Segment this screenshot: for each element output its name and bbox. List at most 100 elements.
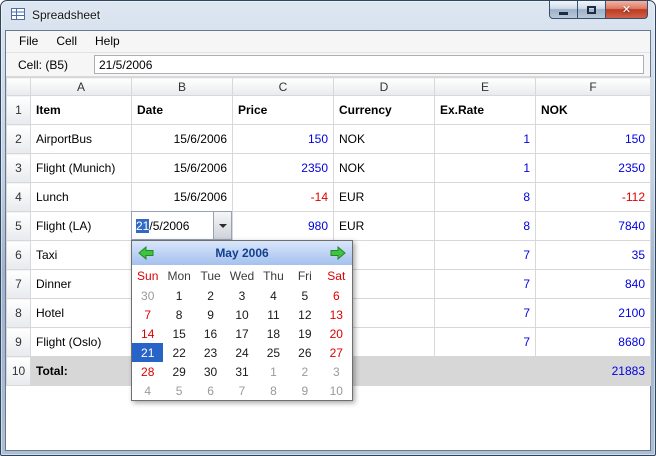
row-header-10[interactable]: 10 — [6, 356, 31, 386]
calendar-day[interactable]: 17 — [226, 324, 257, 343]
calendar-day[interactable]: 23 — [195, 343, 226, 362]
cell-F3[interactable]: 2350 — [535, 153, 651, 183]
column-header-F[interactable]: F — [535, 77, 651, 96]
cell-C5[interactable]: 980 — [232, 211, 334, 241]
calendar-day[interactable]: 2 — [195, 286, 226, 305]
calendar-day[interactable]: 29 — [163, 362, 194, 381]
row-header-5[interactable]: 5 — [6, 211, 31, 241]
calendar-day[interactable]: 12 — [289, 305, 320, 324]
calendar-day[interactable]: 30 — [132, 286, 163, 305]
calendar-day[interactable]: 19 — [289, 324, 320, 343]
calendar-day[interactable]: 7 — [132, 305, 163, 324]
calendar-day-selected[interactable]: 21 — [132, 343, 164, 362]
cell-C1[interactable]: Price — [232, 95, 334, 125]
cell-D3[interactable]: NOK — [333, 153, 435, 183]
calendar-day[interactable]: 14 — [132, 324, 163, 343]
calendar-day[interactable]: 3 — [226, 286, 257, 305]
cell-B2[interactable]: 15/6/2006 — [131, 124, 233, 154]
calendar-day[interactable]: 5 — [289, 286, 320, 305]
cell-D4[interactable]: EUR — [333, 182, 435, 212]
calendar-day[interactable]: 9 — [289, 381, 320, 400]
row-header-3[interactable]: 3 — [6, 153, 31, 183]
calendar-day[interactable]: 16 — [195, 324, 226, 343]
calendar-day[interactable]: 24 — [226, 343, 257, 362]
calendar-day[interactable]: 4 — [258, 286, 289, 305]
cell-A2[interactable]: AirportBus — [30, 124, 132, 154]
calendar-day[interactable]: 11 — [258, 305, 289, 324]
calendar-day[interactable]: 10 — [226, 305, 257, 324]
cell-C4[interactable]: -14 — [232, 182, 334, 212]
calendar-day[interactable]: 1 — [258, 362, 289, 381]
calendar-day[interactable]: 5 — [163, 381, 194, 400]
cell-D1[interactable]: Currency — [333, 95, 435, 125]
column-header-C[interactable]: C — [232, 77, 334, 96]
calendar-day[interactable]: 22 — [163, 343, 194, 362]
row-header-6[interactable]: 6 — [6, 240, 31, 270]
calendar-day[interactable]: 20 — [321, 324, 352, 343]
column-header-E[interactable]: E — [434, 77, 536, 96]
cell-B4[interactable]: 15/6/2006 — [131, 182, 233, 212]
cell-E3[interactable]: 1 — [434, 153, 536, 183]
minimize-button[interactable] — [549, 1, 578, 19]
formula-input[interactable] — [94, 55, 644, 74]
row-header-8[interactable]: 8 — [6, 298, 31, 328]
cell-F8[interactable]: 2100 — [535, 298, 651, 328]
column-header-D[interactable]: D — [333, 77, 435, 96]
row-header-2[interactable]: 2 — [6, 124, 31, 154]
calendar-day[interactable]: 6 — [195, 381, 226, 400]
cell-E8[interactable]: 7 — [434, 298, 536, 328]
calendar-day[interactable]: 2 — [289, 362, 320, 381]
cell-C2[interactable]: 150 — [232, 124, 334, 154]
cell-E4[interactable]: 8 — [434, 182, 536, 212]
calendar-day[interactable]: 9 — [195, 305, 226, 324]
cell-F9[interactable]: 8680 — [535, 327, 651, 357]
cell-E2[interactable]: 1 — [434, 124, 536, 154]
cell-B3[interactable]: 15/6/2006 — [131, 153, 233, 183]
calendar-day[interactable]: 8 — [163, 305, 194, 324]
row-header-9[interactable]: 9 — [6, 327, 31, 357]
cell-F2[interactable]: 150 — [535, 124, 651, 154]
cell-F4[interactable]: -112 — [535, 182, 651, 212]
column-header-B[interactable]: B — [131, 77, 233, 96]
cell-F1[interactable]: NOK — [535, 95, 651, 125]
calendar-day[interactable]: 18 — [258, 324, 289, 343]
calendar-day[interactable]: 13 — [321, 305, 352, 324]
cell-E6[interactable]: 7 — [434, 240, 536, 270]
row-header-4[interactable]: 4 — [6, 182, 31, 212]
cell-A10[interactable]: Total: — [30, 356, 132, 386]
cell-F7[interactable]: 840 — [535, 269, 651, 299]
calendar-day[interactable]: 3 — [321, 362, 352, 381]
calendar-day[interactable]: 6 — [321, 286, 352, 305]
calendar-day[interactable]: 4 — [132, 381, 163, 400]
next-month-button[interactable] — [329, 245, 347, 261]
cell-A3[interactable]: Flight (Munich) — [30, 153, 132, 183]
cell-E1[interactable]: Ex.Rate — [434, 95, 536, 125]
calendar-day[interactable]: 28 — [132, 362, 163, 381]
calendar-day[interactable]: 7 — [226, 381, 257, 400]
row-header-7[interactable]: 7 — [6, 269, 31, 299]
cell-F10[interactable]: 21883 — [535, 356, 651, 386]
cell-A5[interactable]: Flight (LA) — [30, 211, 132, 241]
cell-F6[interactable]: 35 — [535, 240, 651, 270]
cell-C3[interactable]: 2350 — [232, 153, 334, 183]
calendar-day[interactable]: 26 — [289, 343, 320, 362]
prev-month-button[interactable] — [137, 245, 155, 261]
calendar-day[interactable]: 10 — [321, 381, 352, 400]
row-header-1[interactable]: 1 — [6, 95, 31, 125]
cell-E9[interactable]: 7 — [434, 327, 536, 357]
titlebar[interactable]: Spreadsheet ✕ — [1, 1, 655, 29]
cell-D5[interactable]: EUR — [333, 211, 435, 241]
cell-E5[interactable]: 8 — [434, 211, 536, 241]
calendar-day[interactable]: 31 — [226, 362, 257, 381]
menu-item-cell[interactable]: Cell — [47, 31, 86, 52]
menu-item-help[interactable]: Help — [86, 31, 129, 52]
cell-A4[interactable]: Lunch — [30, 182, 132, 212]
date-dropdown-button[interactable] — [213, 212, 231, 239]
date-editor[interactable]: 21/5/2006 — [131, 211, 232, 240]
cell-B1[interactable]: Date — [131, 95, 233, 125]
cell-E7[interactable]: 7 — [434, 269, 536, 299]
cell-D2[interactable]: NOK — [333, 124, 435, 154]
column-header-A[interactable]: A — [30, 77, 132, 96]
maximize-button[interactable] — [578, 1, 606, 19]
close-button[interactable]: ✕ — [606, 1, 648, 19]
